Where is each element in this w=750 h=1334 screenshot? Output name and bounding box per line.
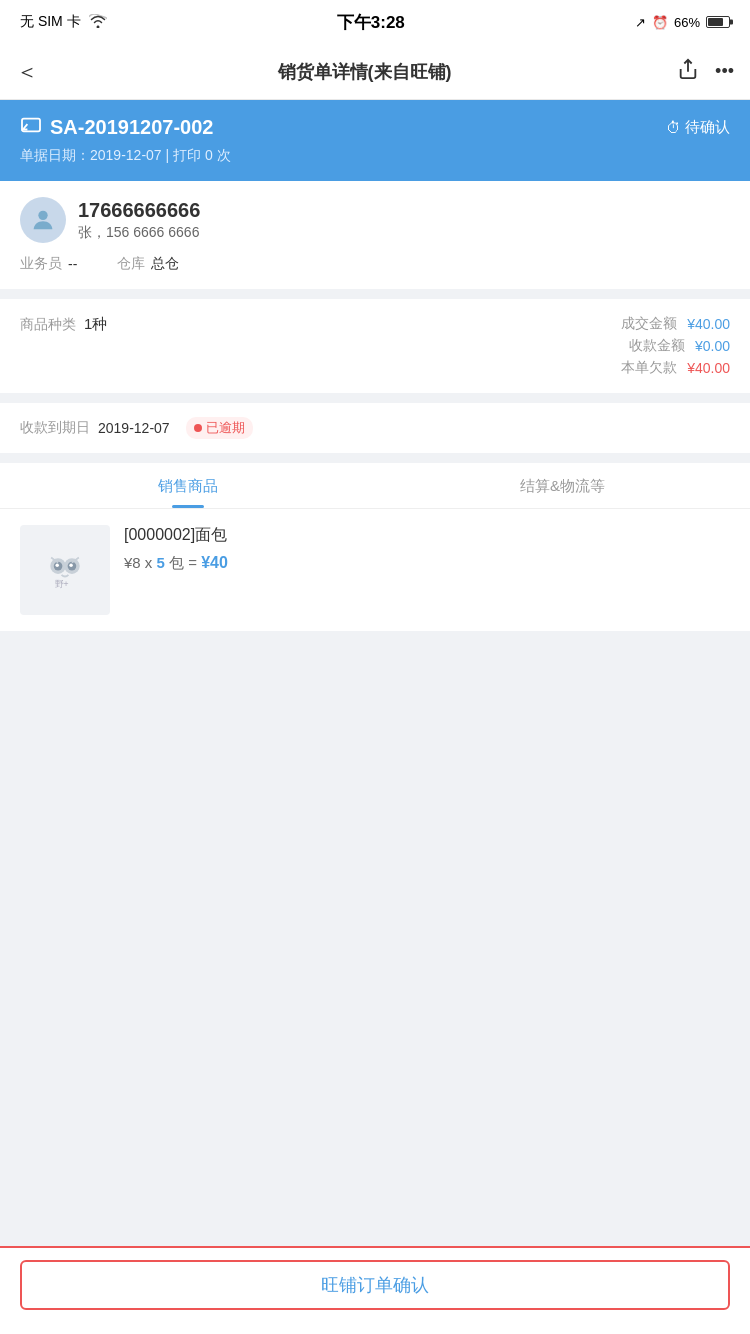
order-id: SA-20191207-002: [20, 116, 213, 139]
product-price: ¥8: [124, 554, 141, 571]
product-total: ¥40: [201, 554, 228, 571]
svg-text:野+: 野+: [55, 579, 69, 589]
product-info: [0000002]面包 ¥8 x 5 包 = ¥40: [124, 525, 730, 573]
salesperson-value: --: [68, 256, 77, 272]
nav-bar: ＜ 销货单详情(来自旺铺) •••: [0, 44, 750, 100]
product-price-row: ¥8 x 5 包 = ¥40: [124, 554, 730, 573]
order-header-top: SA-20191207-002 ⏱ 待确认: [20, 116, 730, 139]
due-date: 2019-12-07: [98, 420, 170, 436]
tab-settlement-label: 结算&物流等: [520, 477, 605, 494]
warehouse-value: 总仓: [151, 255, 179, 273]
nav-actions: •••: [677, 58, 734, 85]
confirm-order-button[interactable]: 旺铺订单确认: [20, 1260, 730, 1310]
tab-sales-goods-label: 销售商品: [158, 477, 218, 494]
overdue-text: 已逾期: [206, 419, 245, 437]
salesperson-label: 业务员: [20, 255, 62, 273]
order-icon: [20, 116, 42, 139]
goods-type-value: 1种: [84, 315, 107, 334]
customer-section: 17666666666 张，156 6666 6666 业务员 -- 仓库 总仓: [0, 181, 750, 289]
customer-info: 17666666666 张，156 6666 6666: [78, 199, 200, 242]
svg-point-7: [69, 564, 72, 567]
avatar: [20, 197, 66, 243]
wifi-icon: [89, 14, 107, 31]
svg-point-6: [55, 564, 58, 567]
location-icon: ↗: [635, 15, 646, 30]
goods-type-item: 商品种类 1种: [20, 315, 107, 334]
received-row: 收款金额 ¥0.00: [629, 337, 730, 355]
goods-type-label: 商品种类: [20, 316, 76, 334]
customer-meta: 业务员 -- 仓库 总仓: [20, 255, 730, 273]
customer-name: 张，156 6666 6666: [78, 224, 200, 242]
amount-label: 成交金额: [621, 315, 677, 333]
summary-left: 商品种类 1种: [20, 315, 107, 334]
amount-value: ¥40.00: [687, 316, 730, 332]
more-icon[interactable]: •••: [715, 61, 734, 82]
tab-sales-goods[interactable]: 销售商品: [0, 463, 375, 508]
due-section: 收款到期日 2019-12-07 已逾期: [0, 403, 750, 453]
confirm-order-label: 旺铺订单确认: [321, 1273, 429, 1297]
back-button[interactable]: ＜: [16, 57, 52, 87]
empty-space: [0, 631, 750, 831]
multiply-sign: x: [145, 554, 157, 571]
carrier-text: 无 SIM 卡: [20, 13, 81, 31]
product-thumbnail: 野+: [20, 525, 110, 615]
summary-right: 成交金额 ¥40.00 收款金额 ¥0.00 本单欠款 ¥40.00: [621, 315, 730, 377]
bottom-bar: 旺铺订单确认: [0, 1246, 750, 1334]
tabs-bar: 销售商品 结算&物流等: [0, 463, 750, 509]
outstanding-row: 本单欠款 ¥40.00: [621, 359, 730, 377]
summary-section: 商品种类 1种 成交金额 ¥40.00 收款金额 ¥0.00 本单欠款 ¥40.…: [0, 299, 750, 393]
customer-phone: 17666666666: [78, 199, 200, 222]
summary-row: 商品种类 1种 成交金额 ¥40.00 收款金额 ¥0.00 本单欠款 ¥40.…: [20, 315, 730, 377]
received-label: 收款金额: [629, 337, 685, 355]
product-qty: 5: [157, 554, 165, 571]
received-value: ¥0.00: [695, 338, 730, 354]
warehouse-item: 仓库 总仓: [117, 255, 179, 273]
order-id-text: SA-20191207-002: [50, 116, 213, 139]
alarm-icon: ⏰: [652, 15, 668, 30]
overdue-dot: [194, 424, 202, 432]
page-title: 销货单详情(来自旺铺): [52, 60, 677, 84]
clock-icon: ⏱: [666, 119, 681, 136]
equals-sign: =: [188, 554, 201, 571]
warehouse-label: 仓库: [117, 255, 145, 273]
tab-settlement[interactable]: 结算&物流等: [375, 463, 750, 508]
salesperson-item: 业务员 --: [20, 255, 77, 273]
due-label: 收款到期日: [20, 419, 90, 437]
product-section: 野+ [0000002]面包 ¥8 x 5 包 = ¥40: [0, 509, 750, 631]
customer-top: 17666666666 张，156 6666 6666: [20, 197, 730, 243]
overdue-badge: 已逾期: [186, 417, 253, 439]
order-date: 单据日期：2019-12-07 | 打印 0 次: [20, 147, 730, 165]
order-status-text: 待确认: [685, 118, 730, 137]
status-left: 无 SIM 卡: [20, 13, 107, 31]
status-right: ↗ ⏰ 66%: [635, 15, 730, 30]
tabs-section: 销售商品 结算&物流等: [0, 463, 750, 509]
order-status: ⏱ 待确认: [666, 118, 730, 137]
svg-point-1: [38, 211, 47, 220]
battery-icon: [706, 16, 730, 28]
share-icon[interactable]: [677, 58, 699, 85]
status-bar: 无 SIM 卡 下午3:28 ↗ ⏰ 66%: [0, 0, 750, 44]
battery-percent: 66%: [674, 15, 700, 30]
order-header: SA-20191207-002 ⏱ 待确认 单据日期：2019-12-07 | …: [0, 100, 750, 181]
product-name: [0000002]面包: [124, 525, 730, 546]
outstanding-value: ¥40.00: [687, 360, 730, 376]
amount-row: 成交金额 ¥40.00: [621, 315, 730, 333]
status-time: 下午3:28: [337, 11, 405, 34]
outstanding-label: 本单欠款: [621, 359, 677, 377]
unit: 包: [169, 554, 184, 571]
